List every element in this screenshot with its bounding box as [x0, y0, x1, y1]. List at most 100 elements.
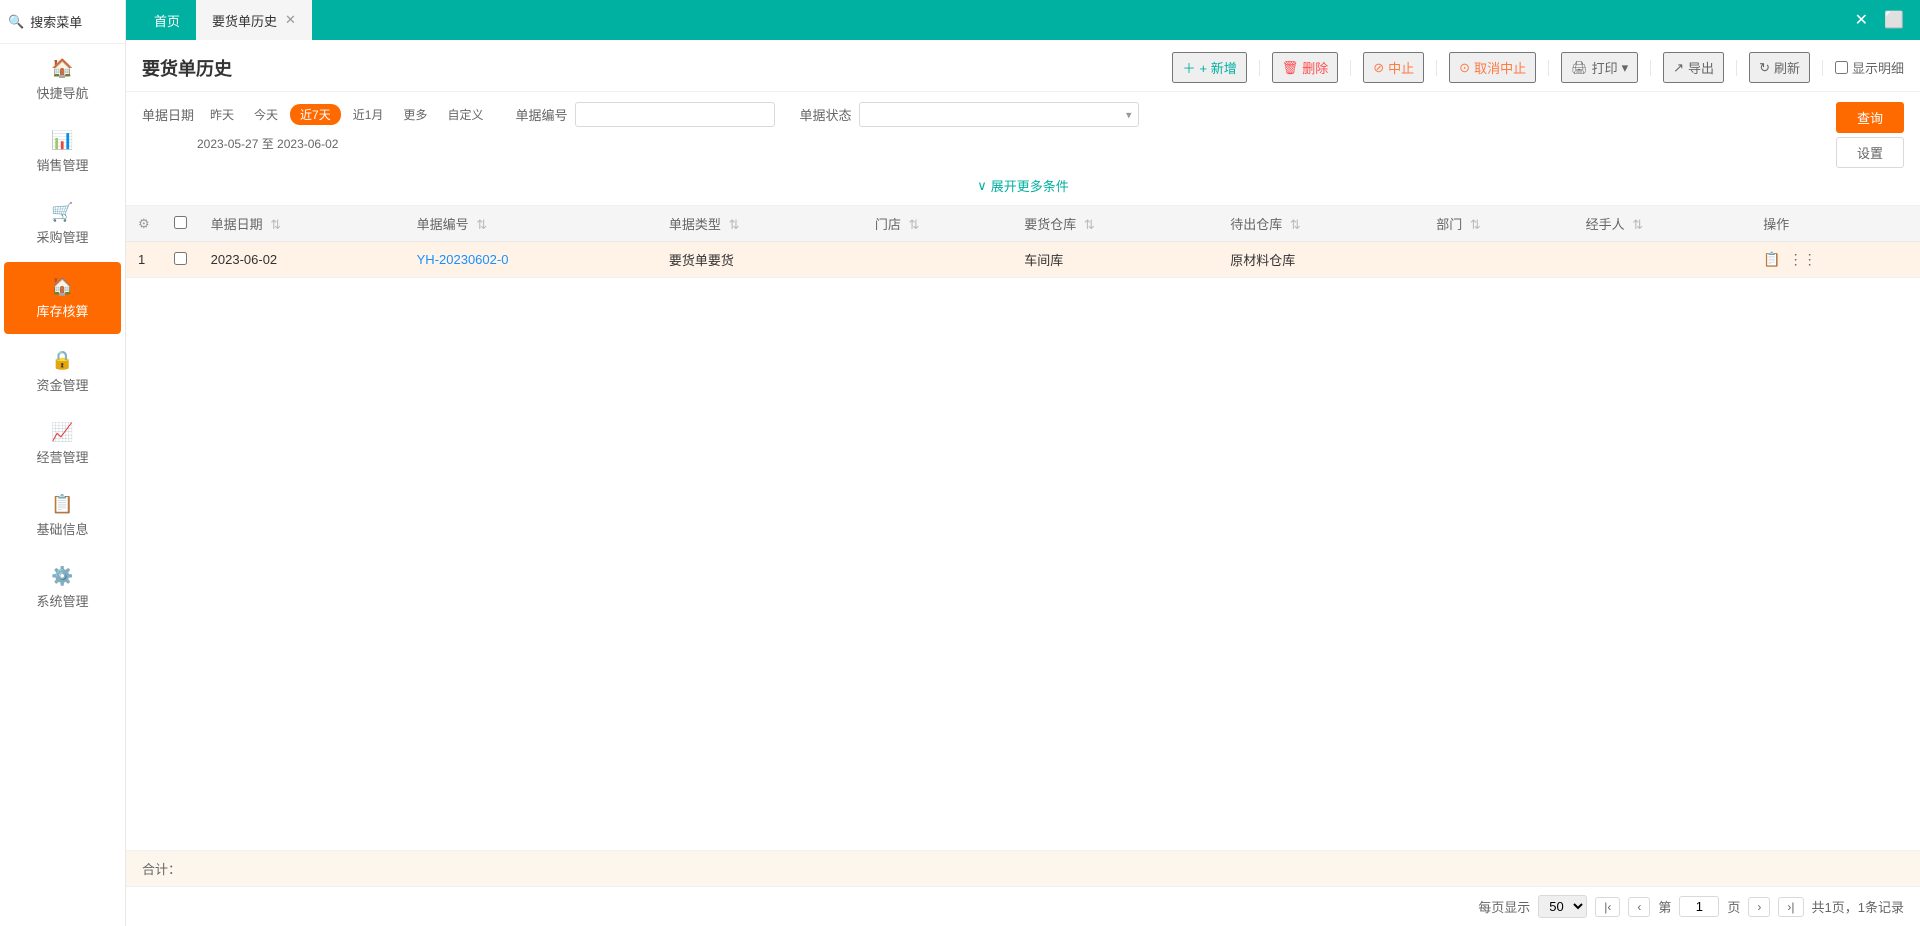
status-input[interactable]	[859, 102, 1139, 127]
sidebar-item-label: 快捷导航	[36, 83, 88, 102]
row-checkbox-cell	[162, 242, 199, 278]
col-handler[interactable]: 经手人 ⇅	[1574, 206, 1752, 242]
col-checkbox	[162, 206, 199, 242]
expand-more-button[interactable]: ∨ 展开更多条件	[142, 176, 1904, 195]
print-button[interactable]: 🖨 打印 ▾	[1561, 52, 1638, 83]
sidebar-item-label: 库存核算	[36, 301, 88, 320]
new-icon: ＋	[1182, 58, 1195, 77]
sidebar-item-label: 采购管理	[36, 227, 88, 246]
date-range-display: 2023-05-27 至 2023-06-02	[197, 137, 338, 151]
tab-history-label: 要货单历史	[212, 11, 277, 30]
doc-no-input[interactable]	[575, 102, 775, 127]
col-doc-no[interactable]: 单据编号 ⇅	[405, 206, 657, 242]
stop-label: 中止	[1388, 58, 1414, 77]
tab-history[interactable]: 要货单历史 ✕	[196, 0, 312, 40]
col-req-warehouse[interactable]: 要货仓库 ⇅	[1012, 206, 1218, 242]
col-doc-no-label: 单据编号	[417, 217, 469, 232]
prev-page-button[interactable]: ‹	[1628, 897, 1650, 917]
col-date-label: 单据日期	[211, 217, 263, 232]
date-btn-today[interactable]: 今天	[246, 104, 286, 125]
separator-1	[1259, 60, 1260, 76]
print-label: 打印	[1592, 58, 1618, 77]
row-dept	[1424, 242, 1573, 278]
date-btn-1month[interactable]: 近1月	[345, 104, 392, 125]
date-btn-7days[interactable]: 近7天	[290, 104, 341, 125]
refresh-button[interactable]: ↻ 刷新	[1749, 52, 1810, 83]
last-page-button[interactable]: ›|	[1778, 897, 1803, 917]
row-more-icon[interactable]: ⋮⋮	[1789, 251, 1817, 268]
filter-doc-no: 单据编号	[515, 102, 775, 127]
row-pending-warehouse: 原材料仓库	[1218, 242, 1424, 278]
expand-more-container: ∨ 展开更多条件	[142, 176, 1904, 195]
show-detail-toggle[interactable]: 显示明细	[1835, 58, 1904, 77]
new-button[interactable]: ＋ + 新增	[1172, 52, 1246, 83]
stop-button[interactable]: ⊘ 中止	[1363, 52, 1424, 83]
row-doc-no: YH-20230602-0	[405, 242, 657, 278]
sort-req-warehouse-icon: ⇅	[1084, 217, 1095, 232]
col-store[interactable]: 门店 ⇅	[863, 206, 1012, 242]
sidebar-item-sales[interactable]: 📊 销售管理	[0, 116, 125, 188]
col-doc-type[interactable]: 单据类型 ⇅	[657, 206, 863, 242]
export-button[interactable]: ↗ 导出	[1663, 52, 1724, 83]
show-detail-checkbox[interactable]	[1835, 61, 1848, 74]
sidebar-item-quick-nav[interactable]: 🏠 快捷导航	[0, 44, 125, 116]
content-area: 要货单历史 ＋ + 新增 🗑 删除 ⊘ 中止	[126, 40, 1920, 926]
cancel-stop-button[interactable]: ⊙ 取消中止	[1449, 52, 1536, 83]
delete-label: 删除	[1302, 58, 1328, 77]
next-page-button[interactable]: ›	[1748, 897, 1770, 917]
sidebar-item-operations[interactable]: 📈 经营管理	[0, 408, 125, 480]
select-all-checkbox[interactable]	[174, 216, 187, 229]
col-date[interactable]: 单据日期 ⇅	[199, 206, 405, 242]
col-pending-warehouse[interactable]: 待出仓库 ⇅	[1218, 206, 1424, 242]
row-checkbox[interactable]	[174, 252, 187, 265]
sort-doc-no-icon: ⇅	[476, 217, 487, 232]
search-icon: 🔍	[8, 14, 24, 30]
sidebar-item-purchase[interactable]: 🛒 采购管理	[0, 188, 125, 260]
page-suffix-label: 页	[1727, 897, 1740, 916]
date-btn-custom[interactable]: 自定义	[439, 104, 491, 125]
table-container: ⚙ 单据日期 ⇅ 单据编号 ⇅	[126, 206, 1920, 850]
tab-close-button[interactable]: ✕	[285, 12, 296, 28]
table-row: 1 2023-06-02 YH-20230602-0 要货单要货 车间库	[126, 242, 1920, 278]
sidebar-item-system[interactable]: ⚙️ 系统管理	[0, 552, 125, 624]
row-edit-icon[interactable]: 📋	[1763, 251, 1780, 268]
sidebar-item-basic-info[interactable]: 📋 基础信息	[0, 480, 125, 552]
col-settings[interactable]: ⚙	[126, 206, 162, 242]
data-table: ⚙ 单据日期 ⇅ 单据编号 ⇅	[126, 206, 1920, 278]
operations-icon: 📈	[51, 422, 73, 443]
col-pending-warehouse-label: 待出仓库	[1230, 217, 1282, 232]
per-page-select[interactable]: 50	[1538, 895, 1587, 918]
sidebar-item-label: 资金管理	[36, 375, 88, 394]
date-range-text-container: 2023-05-27 至 2023-06-02	[197, 135, 1139, 152]
sidebar-item-label: 经营管理	[36, 447, 88, 466]
query-button[interactable]: 查询	[1836, 102, 1904, 133]
refresh-label: 刷新	[1774, 58, 1800, 77]
col-action-label: 操作	[1763, 217, 1789, 232]
sidebar-item-label: 销售管理	[36, 155, 88, 174]
sidebar-item-finance[interactable]: 🔒 资金管理	[0, 336, 125, 408]
col-req-warehouse-label: 要货仓库	[1024, 217, 1076, 232]
col-dept[interactable]: 部门 ⇅	[1424, 206, 1573, 242]
doc-no-label: 单据编号	[515, 105, 567, 124]
delete-icon: 🗑	[1282, 60, 1299, 76]
page-prefix-label: 第	[1658, 897, 1671, 916]
search-menu-label: 搜索菜单	[30, 12, 82, 31]
tab-home[interactable]: 首页	[138, 0, 196, 40]
window-close-button[interactable]: ✕	[1851, 6, 1872, 34]
date-btn-more[interactable]: 更多	[395, 104, 435, 125]
window-maximize-button[interactable]: ⬜	[1880, 6, 1908, 34]
first-page-button[interactable]: |‹	[1595, 897, 1620, 917]
sidebar-item-inventory[interactable]: 🏠 库存核算	[4, 262, 121, 334]
filter-settings-button[interactable]: 设置	[1836, 137, 1904, 168]
sort-dept-icon: ⇅	[1470, 217, 1481, 232]
page-input[interactable]	[1679, 896, 1719, 917]
date-btn-yesterday[interactable]: 昨天	[202, 104, 242, 125]
date-label: 单据日期	[142, 105, 194, 124]
show-detail-label: 显示明细	[1852, 58, 1904, 77]
separator-7	[1822, 60, 1823, 76]
delete-button[interactable]: 🗑 删除	[1272, 52, 1339, 83]
search-menu[interactable]: 🔍 搜索菜单	[0, 0, 125, 44]
doc-no-link[interactable]: YH-20230602-0	[417, 252, 509, 267]
separator-5	[1650, 60, 1651, 76]
toolbar: ＋ + 新增 🗑 删除 ⊘ 中止 ⊙	[1172, 52, 1904, 83]
